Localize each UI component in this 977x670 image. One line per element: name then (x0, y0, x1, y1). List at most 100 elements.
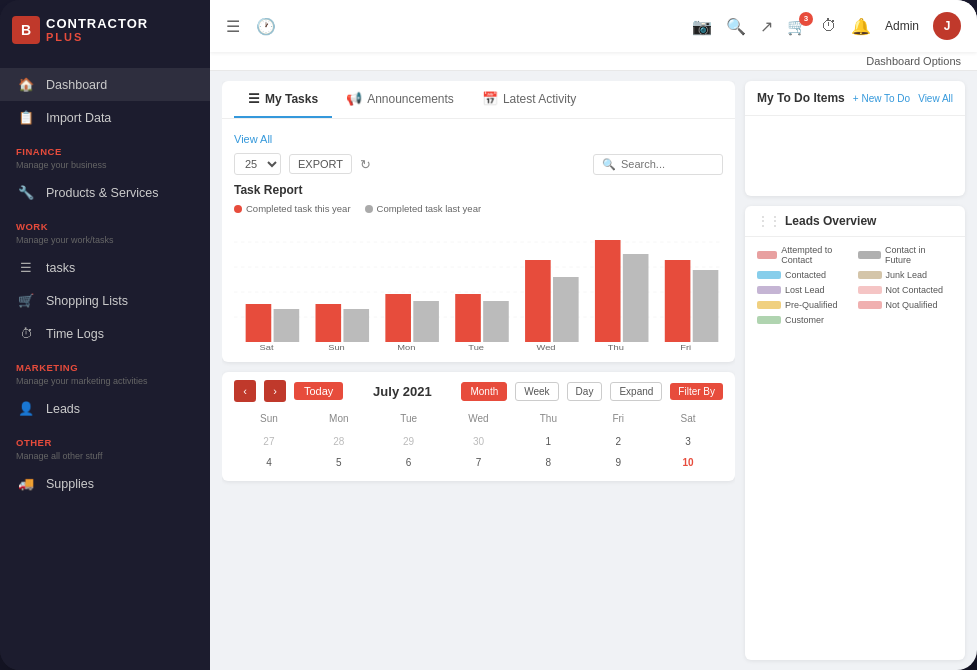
new-todo-button[interactable]: + New To Do (853, 93, 910, 104)
dashboard-options-label[interactable]: Dashboard Options (866, 55, 961, 67)
swatch-not-contacted (858, 286, 882, 294)
leads-card: ⋮⋮ Leads Overview Attempted to Contact C… (745, 206, 965, 660)
legend-customer-label: Customer (785, 315, 824, 325)
sidebar-item-tasks[interactable]: ☰ tasks (0, 251, 210, 284)
sidebar-item-supplies[interactable]: 🚚 Supplies (0, 467, 210, 500)
swatch-attempted (757, 251, 777, 259)
cal-cell[interactable]: 27 (234, 431, 304, 452)
svg-rect-6 (316, 304, 342, 342)
share-icon[interactable]: ↗ (760, 17, 773, 36)
todo-card: My To Do Items + New To Do View All (745, 81, 965, 196)
avatar[interactable]: J (933, 12, 961, 40)
content-area: ☰ My Tasks 📢 Announcements 📅 Latest Acti… (210, 71, 977, 670)
todo-title: My To Do Items (757, 91, 845, 105)
legend-junk: Junk Lead (858, 270, 954, 280)
sidebar-item-import-data[interactable]: 📋 Import Data (0, 101, 210, 134)
day-sun: Sun (234, 410, 304, 427)
section-work-label: WORK (0, 209, 210, 235)
cal-cell[interactable]: 4 (234, 452, 304, 473)
search-input[interactable] (621, 158, 714, 170)
sidebar-item-dashboard[interactable]: 🏠 Dashboard (0, 68, 210, 101)
svg-rect-5 (274, 309, 300, 342)
cal-cell[interactable]: 28 (304, 431, 374, 452)
search-box: 🔍 (593, 154, 723, 175)
legend-attempted: Attempted to Contact (757, 245, 853, 265)
legend-dot-last-year (365, 205, 373, 213)
cal-day-button[interactable]: Day (567, 382, 603, 401)
cal-cell[interactable]: 29 (374, 431, 444, 452)
cal-expand-button[interactable]: Expand (610, 382, 662, 401)
view-all-label[interactable]: View All (234, 133, 272, 145)
topbar-timer-icon[interactable]: ⏱ (821, 17, 837, 35)
tab-my-tasks-label: My Tasks (265, 92, 318, 106)
cal-cell[interactable]: 7 (444, 452, 514, 473)
refresh-button[interactable]: ↻ (360, 157, 371, 172)
section-work-sublabel: Manage your work/tasks (0, 235, 210, 251)
svg-rect-7 (343, 309, 369, 342)
topbar-left: ☰ 🕐 (226, 17, 276, 36)
topbar: ☰ 🕐 📷 🔍 ↗ 🛒 3 ⏱ 🔔 Admin J (210, 0, 977, 52)
todo-actions: + New To Do View All (853, 93, 953, 104)
clock-icon[interactable]: 🕐 (256, 17, 276, 36)
svg-rect-13 (553, 277, 579, 342)
import-icon: 📋 (16, 110, 36, 125)
view-all-todo-button[interactable]: View All (918, 93, 953, 104)
svg-text:Thu: Thu (608, 343, 624, 352)
todo-body (745, 116, 965, 196)
tab-latest-activity[interactable]: 📅 Latest Activity (468, 81, 590, 118)
legend-not-contacted: Not Contacted (858, 285, 954, 295)
day-sat: Sat (653, 410, 723, 427)
rows-select[interactable]: 25 50 (234, 153, 281, 175)
cal-row-2: 4 5 6 7 8 9 10 (234, 452, 723, 473)
swatch-not-qualified (858, 301, 882, 309)
swatch-lost (757, 286, 781, 294)
cal-next-button[interactable]: › (264, 380, 286, 402)
tasks-card: ☰ My Tasks 📢 Announcements 📅 Latest Acti… (222, 81, 735, 362)
shopping-icon: 🛒 (16, 293, 36, 308)
cal-cell[interactable]: 9 (583, 452, 653, 473)
cal-prev-button[interactable]: ‹ (234, 380, 256, 402)
calendar-title: July 2021 (351, 384, 453, 399)
legend-pre-qualified-label: Pre-Qualified (785, 300, 838, 310)
svg-rect-11 (483, 301, 509, 342)
cal-cell[interactable]: 1 (513, 431, 583, 452)
svg-text:Fri: Fri (680, 343, 691, 352)
sidebar-item-leads[interactable]: 👤 Leads (0, 392, 210, 425)
cal-filter-button[interactable]: Filter By (670, 383, 723, 400)
cal-month-button[interactable]: Month (461, 382, 507, 401)
sidebar-item-time-logs[interactable]: ⏱ Time Logs (0, 317, 210, 350)
search-icon[interactable]: 🔍 (726, 17, 746, 36)
tab-announcements-label: Announcements (367, 92, 454, 106)
swatch-pre-qualified (757, 301, 781, 309)
tab-my-tasks[interactable]: ☰ My Tasks (234, 81, 332, 118)
cart-icon[interactable]: 🛒 3 (787, 17, 807, 36)
cal-cell[interactable]: 6 (374, 452, 444, 473)
sidebar-item-shopping-lists[interactable]: 🛒 Shopping Lists (0, 284, 210, 317)
svg-rect-17 (693, 270, 719, 342)
cal-cell[interactable]: 5 (304, 452, 374, 473)
legend-not-qualified-label: Not Qualified (886, 300, 938, 310)
legend-last-year-label: Completed task last year (377, 203, 482, 214)
leads-header: ⋮⋮ Leads Overview (745, 206, 965, 237)
cal-cell[interactable]: 2 (583, 431, 653, 452)
menu-icon[interactable]: ☰ (226, 17, 240, 36)
swatch-customer (757, 316, 781, 324)
sidebar-item-time-label: Time Logs (46, 327, 104, 341)
tab-activity-label: Latest Activity (503, 92, 576, 106)
cal-cell[interactable]: 3 (653, 431, 723, 452)
sidebar-item-products[interactable]: 🔧 Products & Services (0, 176, 210, 209)
cal-cell[interactable]: 30 (444, 431, 514, 452)
bell-icon[interactable]: 🔔 (851, 17, 871, 36)
camera-icon[interactable]: 📷 (692, 17, 712, 36)
section-other-sublabel: Manage all other stuff (0, 451, 210, 467)
cal-cell-today[interactable]: 10 (653, 452, 723, 473)
swatch-contact-future (858, 251, 882, 259)
cal-cell[interactable]: 8 (513, 452, 583, 473)
today-button[interactable]: Today (294, 382, 343, 400)
day-thu: Thu (513, 410, 583, 427)
export-button[interactable]: EXPORT (289, 154, 352, 174)
cal-week-button[interactable]: Week (515, 382, 558, 401)
admin-label: Admin (885, 19, 919, 33)
sidebar: B CONTRACTOR PLUS 🏠 Dashboard 📋 Import D… (0, 0, 210, 670)
tab-announcements[interactable]: 📢 Announcements (332, 81, 468, 118)
